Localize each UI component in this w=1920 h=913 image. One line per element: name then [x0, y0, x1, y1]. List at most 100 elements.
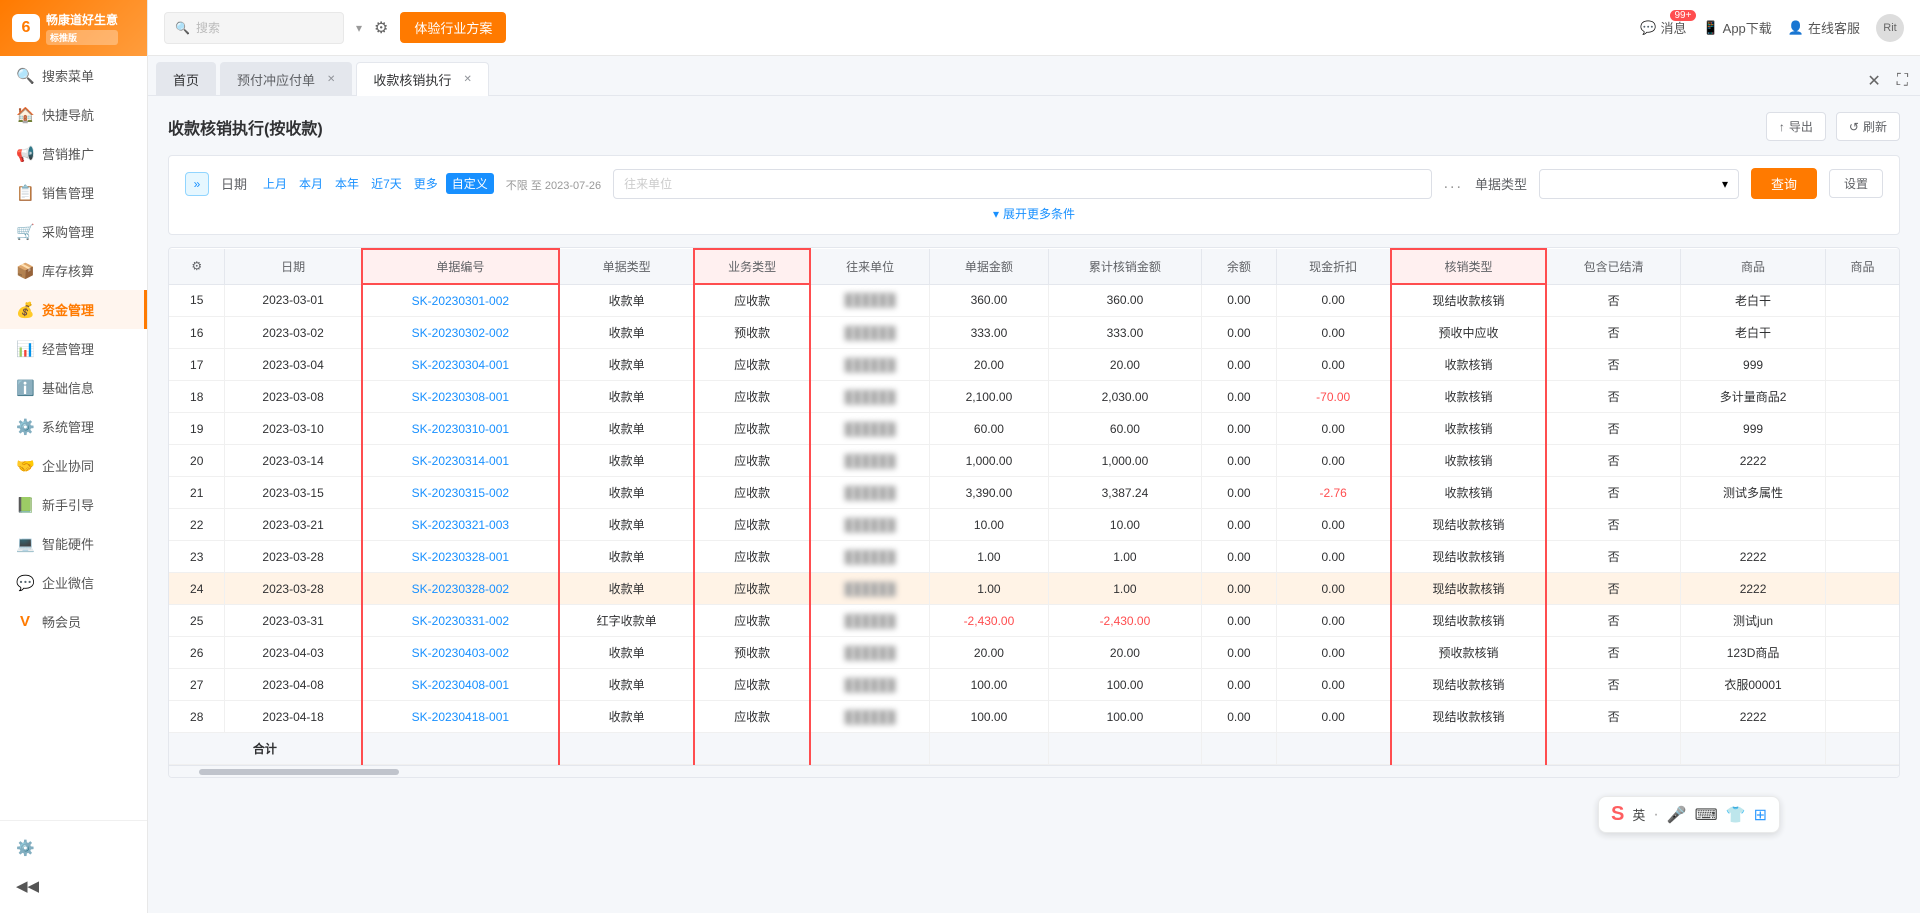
bill-no-link[interactable]: SK-20230315-002: [412, 486, 509, 500]
th-unit[interactable]: 往来单位: [810, 249, 930, 284]
date-last-month-btn[interactable]: 上月: [259, 173, 291, 194]
td-balance: 0.00: [1202, 284, 1276, 317]
tab-home[interactable]: 首页: [156, 62, 216, 96]
sidebar-item-sales[interactable]: 📋 销售管理: [0, 173, 147, 212]
th-biz-type[interactable]: 业务类型: [694, 249, 810, 284]
sidebar-item-member[interactable]: V 畅会员: [0, 602, 147, 641]
bill-no-link[interactable]: SK-20230310-001: [412, 422, 509, 436]
sidebar-item-enterprise[interactable]: 🤝 企业协同: [0, 446, 147, 485]
td-cash-discount: 0.00: [1276, 605, 1391, 637]
date-options: 上月 本月 本年 近7天 更多 自定义: [259, 173, 494, 194]
tab-receipts-close[interactable]: ✕: [463, 74, 471, 85]
th-bill-type[interactable]: 单据类型: [559, 249, 694, 284]
td-cash-discount: 0.00: [1276, 445, 1391, 477]
th-include-settled[interactable]: 包含已结清: [1546, 249, 1681, 284]
sidebar-item-operations[interactable]: 📊 经营管理: [0, 329, 147, 368]
th-amount[interactable]: 单据金额: [930, 249, 1048, 284]
table-scrollbar[interactable]: [169, 765, 1899, 777]
solution-button[interactable]: 体验行业方案: [400, 12, 506, 43]
date-this-month-btn[interactable]: 本月: [295, 173, 327, 194]
bill-no-link[interactable]: SK-20230302-002: [412, 326, 509, 340]
td-bill-type: 红字收款单: [559, 605, 694, 637]
date-more-btn[interactable]: 更多: [410, 173, 442, 194]
sidebar-item-marketing[interactable]: 📢 营销推广: [0, 134, 147, 173]
watermark-en-label: 英: [1632, 805, 1645, 824]
watermark-grid-icon[interactable]: ⊞: [1754, 805, 1767, 825]
tabs-actions: ✕ ⛶: [1863, 67, 1912, 95]
bill-no-link[interactable]: SK-20230304-001: [412, 358, 509, 372]
query-button[interactable]: 查询: [1751, 168, 1817, 199]
th-write-off-type[interactable]: 核销类型: [1391, 249, 1546, 284]
sidebar-item-purchase[interactable]: 🛒 采购管理: [0, 212, 147, 251]
th-bill-no[interactable]: 单据编号: [362, 249, 559, 284]
bill-no-link[interactable]: SK-20230301-002: [412, 294, 509, 308]
tab-payables-close[interactable]: ✕: [327, 74, 335, 85]
td-no: 16: [169, 317, 225, 349]
export-button[interactable]: ↑ 导出: [1766, 112, 1826, 141]
sidebar-settings-btn[interactable]: ⚙️: [0, 829, 147, 867]
user-avatar[interactable]: Rit: [1876, 14, 1904, 42]
service-item[interactable]: 👤 在线客服: [1788, 18, 1860, 37]
app-download-item[interactable]: 📱 App下载: [1702, 18, 1771, 37]
td-goods2: [1825, 701, 1899, 733]
header-chevron-icon[interactable]: ▾: [356, 21, 362, 35]
watermark-keyboard-icon[interactable]: ⌨: [1695, 805, 1718, 825]
messages-item[interactable]: 💬 消息 99+: [1640, 18, 1686, 37]
td-no: 19: [169, 413, 225, 445]
sidebar-item-hardware[interactable]: 💻 智能硬件: [0, 524, 147, 563]
bill-type-filter[interactable]: ▾: [1539, 169, 1739, 199]
bill-no-link[interactable]: SK-20230308-001: [412, 390, 509, 404]
th-date[interactable]: 日期: [225, 249, 362, 284]
th-settings[interactable]: ⚙: [169, 249, 225, 284]
sidebar-item-wechat[interactable]: 💬 企业微信: [0, 563, 147, 602]
bill-no-link[interactable]: SK-20230418-001: [412, 710, 509, 724]
tab-payables[interactable]: 预付冲应付单 ✕: [220, 62, 352, 96]
bill-no-link[interactable]: SK-20230403-002: [412, 646, 509, 660]
th-balance[interactable]: 余额: [1202, 249, 1276, 284]
bill-no-link[interactable]: SK-20230331-002: [412, 614, 509, 628]
header-search[interactable]: 🔍 搜索: [164, 12, 344, 44]
bill-no-link[interactable]: SK-20230314-001: [412, 454, 509, 468]
unit-filter[interactable]: 往来单位: [613, 169, 1431, 199]
marketing-icon: 📢: [16, 145, 34, 163]
watermark-mic-icon[interactable]: 🎤: [1667, 805, 1687, 825]
sidebar-item-finance[interactable]: 💰 资金管理: [0, 290, 147, 329]
unit-dots[interactable]: ...: [1444, 175, 1463, 193]
th-goods2[interactable]: 商品: [1825, 249, 1899, 284]
filter-settings-button[interactable]: 设置: [1829, 169, 1883, 198]
bill-no-link[interactable]: SK-20230328-002: [412, 582, 509, 596]
sidebar-item-guide[interactable]: 📗 新手引导: [0, 485, 147, 524]
tab-receipts[interactable]: 收款核销执行 ✕: [356, 62, 488, 96]
th-total-amount[interactable]: 累计核销金额: [1048, 249, 1202, 284]
bill-no-link[interactable]: SK-20230328-001: [412, 550, 509, 564]
tab-close-all-btn[interactable]: ✕: [1863, 67, 1884, 95]
sidebar-collapse-btn[interactable]: ◀◀: [0, 867, 147, 905]
expand-more-button[interactable]: ▾ 展开更多条件: [993, 205, 1075, 222]
date-7days-btn[interactable]: 近7天: [367, 173, 406, 194]
td-bill-no: SK-20230304-001: [362, 349, 559, 381]
tab-expand-btn[interactable]: ⛶: [1893, 68, 1912, 94]
td-balance: 0.00: [1202, 445, 1276, 477]
td-unit: ██████: [810, 349, 930, 381]
sidebar-item-basic[interactable]: ℹ️ 基础信息: [0, 368, 147, 407]
bill-no-link[interactable]: SK-20230321-003: [412, 518, 509, 532]
td-cash-discount: 0.00: [1276, 284, 1391, 317]
date-custom-btn[interactable]: 自定义: [446, 173, 494, 194]
td-include-settled: 否: [1546, 284, 1681, 317]
sidebar-item-inventory[interactable]: 📦 库存核算: [0, 251, 147, 290]
td-bill-no: SK-20230403-002: [362, 637, 559, 669]
filter-expand-btn[interactable]: »: [185, 172, 209, 196]
sidebar-item-quicknav[interactable]: 🏠 快捷导航: [0, 95, 147, 134]
sidebar-item-search[interactable]: 🔍 搜索菜单: [0, 56, 147, 95]
th-goods[interactable]: 商品: [1681, 249, 1826, 284]
header-gear-icon[interactable]: ⚙: [374, 18, 388, 38]
table-row: 18 2023-03-08 SK-20230308-001 收款单 应收款 ██…: [169, 381, 1899, 413]
watermark-shirt-icon[interactable]: 👕: [1726, 805, 1746, 825]
sidebar-item-system[interactable]: ⚙️ 系统管理: [0, 407, 147, 446]
refresh-button[interactable]: ↺ 刷新: [1836, 112, 1900, 141]
date-this-year-btn[interactable]: 本年: [331, 173, 363, 194]
td-write-off-type: 现结收款核销: [1391, 605, 1546, 637]
th-cash-discount[interactable]: 现金折扣: [1276, 249, 1391, 284]
td-bill-type: 收款单: [559, 477, 694, 509]
bill-no-link[interactable]: SK-20230408-001: [412, 678, 509, 692]
